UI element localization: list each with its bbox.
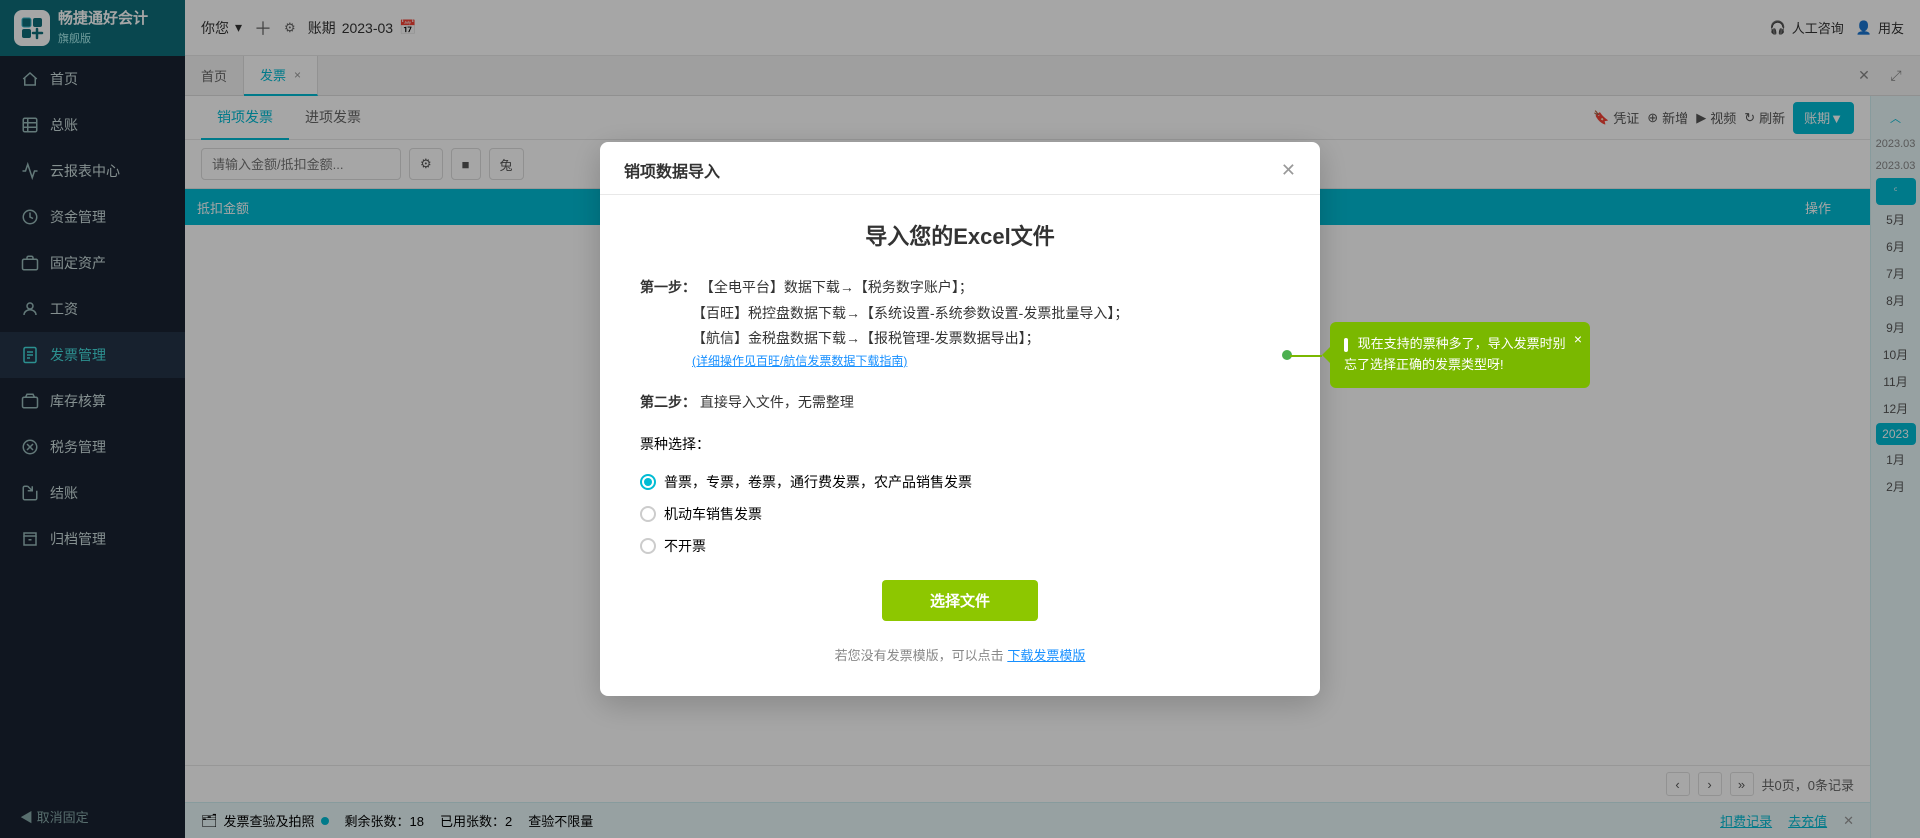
footer-text: 若您没有发票模版，可以点击 <box>835 648 1004 663</box>
radio-motor-label: 机动车销售发票 <box>664 504 762 524</box>
step1-line2: 【百旺】税控盘数据下载→【系统设置-系统参数设置-发票批量导入】； <box>692 301 1280 326</box>
step1-line3: 【航信】金税盘数据下载→【报税管理-发票数据导出】； <box>692 326 1280 351</box>
modal-step2: 第二步： 直接导入文件，无需整理 <box>640 390 1280 415</box>
step1-link-area: (详细操作见百旺/航信发票数据下载指南) <box>692 351 1280 373</box>
radio-motor[interactable]: 机动车销售发票 <box>640 504 1280 524</box>
modal-main-title: 导入您的Excel文件 <box>640 219 1280 251</box>
tooltip-text: 现在支持的票种多了，导入发票时别忘了选择正确的发票类型呀! <box>1344 336 1566 372</box>
select-file-label: 选择文件 <box>930 593 990 610</box>
modal-close-btn[interactable]: ✕ <box>1281 160 1296 181</box>
radio-none[interactable]: 不开票 <box>640 536 1280 556</box>
radio-none-label: 不开票 <box>664 536 706 556</box>
select-file-btn[interactable]: 选择文件 <box>882 580 1038 621</box>
ticket-label: 票种选择： <box>640 434 710 454</box>
modal-step1: 第一步： 【全电平台】数据下载→【税务数字账户】； 【百旺】税控盘数据下载→【系… <box>640 275 1280 372</box>
step1-guide-link[interactable]: (详细操作见百旺/航信发票数据下载指南) <box>692 354 907 368</box>
step1-label: 第一步： <box>640 279 696 295</box>
modal-header: 销项数据导入 ✕ <box>600 142 1320 195</box>
radio-none-circle <box>640 538 656 554</box>
tooltip-close-btn[interactable]: × <box>1574 328 1582 350</box>
radio-motor-circle <box>640 506 656 522</box>
import-modal: 销项数据导入 ✕ 导入您的Excel文件 第一步： 【全电平台】数据下载→【税务… <box>600 142 1320 695</box>
radio-normal-circle <box>640 474 656 490</box>
ticket-selector-row: 票种选择： <box>640 434 1280 454</box>
modal-overlay: 销项数据导入 ✕ 导入您的Excel文件 第一步： 【全电平台】数据下载→【税务… <box>0 0 1920 838</box>
download-template-link[interactable]: 下载发票模版 <box>1007 648 1085 663</box>
radio-normal[interactable]: 普票，专票，卷票，通行费发票，农产品销售发票 <box>640 472 1280 492</box>
radio-group: 普票，专票，卷票，通行费发票，农产品销售发票 机动车销售发票 不开票 <box>640 472 1280 556</box>
step1-content: 【百旺】税控盘数据下载→【系统设置-系统参数设置-发票批量导入】； 【航信】金税… <box>692 301 1280 351</box>
tooltip-popup: × 现在支持的票种多了，导入发票时别忘了选择正确的发票类型呀! <box>1330 322 1590 388</box>
tooltip-bar <box>1344 338 1348 352</box>
step2-label: 第二步： <box>640 394 696 410</box>
radio-normal-label: 普票，专票，卷票，通行费发票，农产品销售发票 <box>664 472 972 492</box>
step1-line1: 【全电平台】数据下载→【税务数字账户】； <box>700 279 973 295</box>
modal-body: 导入您的Excel文件 第一步： 【全电平台】数据下载→【税务数字账户】； 【百… <box>600 195 1320 695</box>
step2-content: 直接导入文件，无需整理 <box>700 394 854 410</box>
modal-footer: 若您没有发票模版，可以点击 下载发票模版 <box>640 645 1280 664</box>
modal-title: 销项数据导入 <box>624 158 720 182</box>
tooltip-connector <box>1290 355 1322 357</box>
